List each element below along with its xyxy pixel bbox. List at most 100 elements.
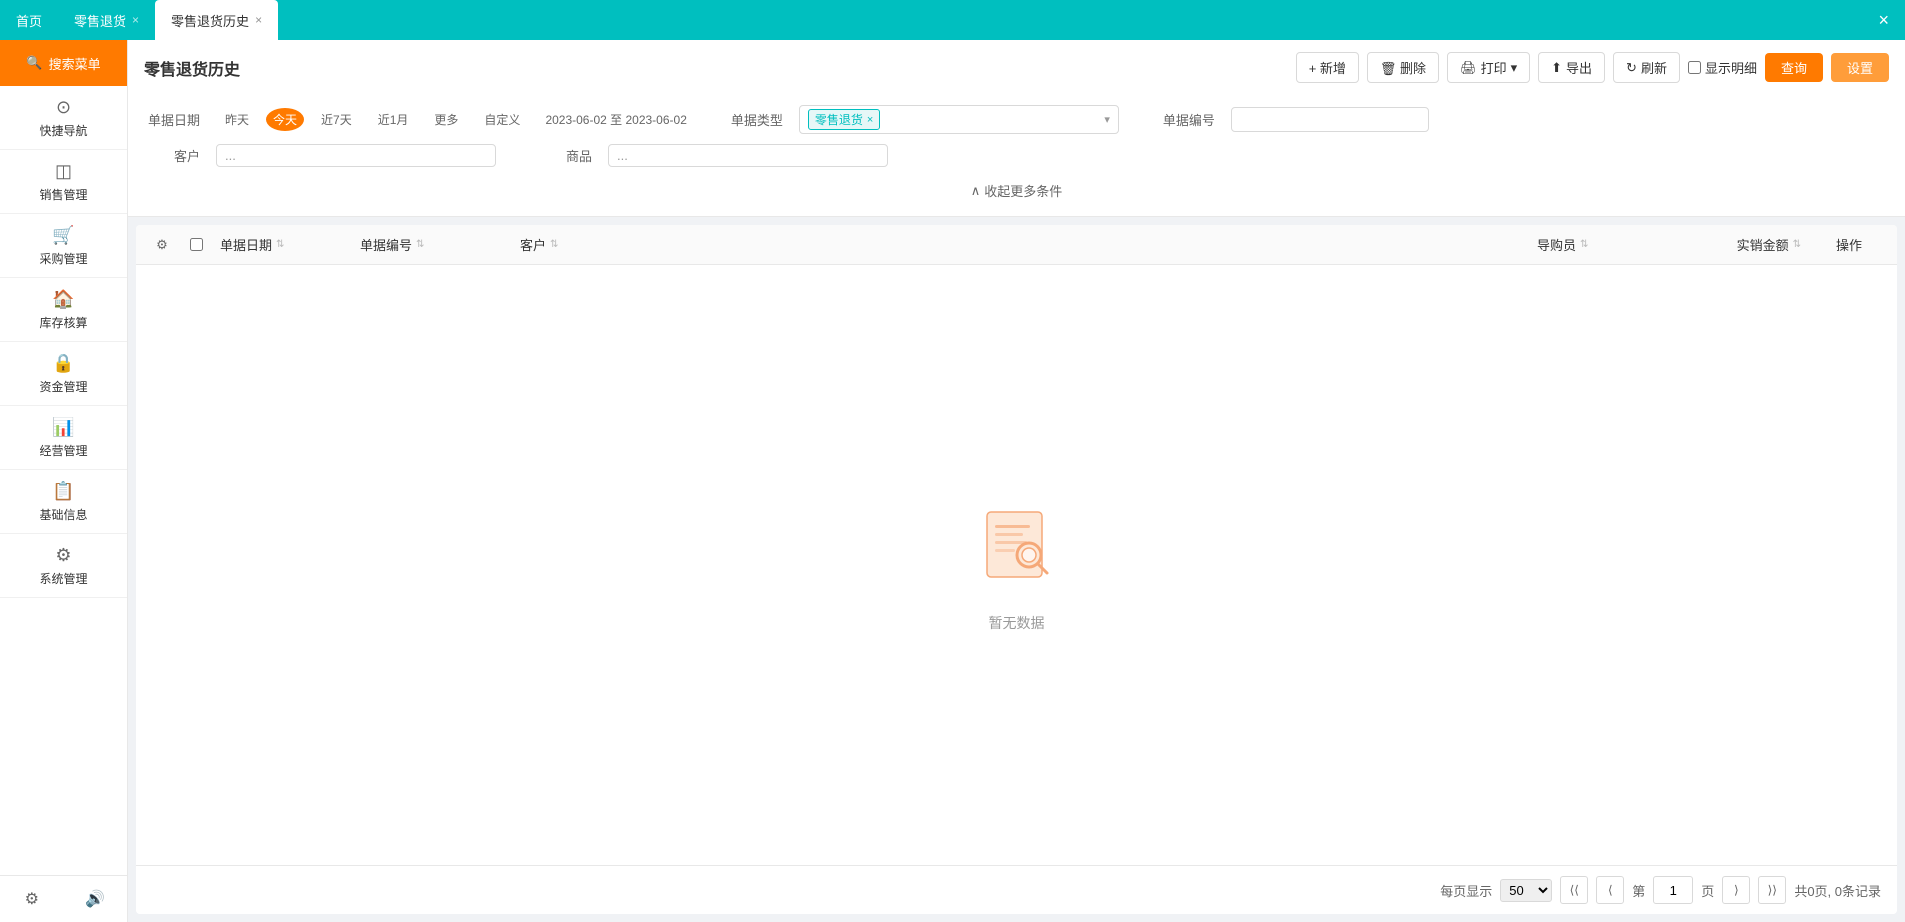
collapse-conditions-button[interactable]: ∧ 收起更多条件 bbox=[144, 177, 1889, 208]
column-settings-button[interactable]: ⚙ bbox=[144, 237, 180, 253]
pagination-summary: 共0页, 0条记录 bbox=[1794, 881, 1881, 900]
tab-return-close[interactable]: × bbox=[132, 13, 139, 27]
th-customer[interactable]: 客户 ⇅ bbox=[512, 235, 1529, 254]
sidebar: 🔍 搜索菜单 ⊙ 快捷导航 ◫ 销售管理 🛒 采购管理 🏠 库存核算 🔒 资金管… bbox=[0, 40, 128, 922]
system-icon: ⚙ bbox=[55, 545, 71, 566]
page-suffix: 页 bbox=[1701, 881, 1714, 900]
sidebar-item-inventory[interactable]: 🏠 库存核算 bbox=[0, 278, 127, 342]
date-btn-more[interactable]: 更多 bbox=[425, 108, 467, 131]
sidebar-item-quick-nav[interactable]: ⊙ 快捷导航 bbox=[0, 86, 127, 150]
th-date[interactable]: 单据日期 ⇅ bbox=[212, 235, 352, 254]
tab-return-history[interactable]: 零售退货历史 × bbox=[155, 0, 278, 40]
first-page-button[interactable]: ⟨⟨ bbox=[1560, 876, 1588, 904]
quick-nav-icon: ⊙ bbox=[56, 97, 71, 118]
sales-icon: ◫ bbox=[55, 161, 72, 182]
th-amount[interactable]: 实销金额 ⇅ bbox=[1669, 235, 1809, 254]
query-button[interactable]: 查询 bbox=[1765, 53, 1823, 82]
inventory-icon: 🏠 bbox=[52, 289, 74, 310]
goods-label: 商品 bbox=[536, 146, 592, 165]
sidebar-search[interactable]: 🔍 搜索菜单 bbox=[0, 40, 127, 86]
type-tag-close[interactable]: × bbox=[867, 114, 873, 126]
top-bar: 首页 零售退货 × 零售退货历史 × × bbox=[0, 0, 1905, 40]
select-all-checkbox[interactable] bbox=[180, 238, 212, 251]
per-page-select[interactable]: 50 10 20 100 bbox=[1500, 879, 1552, 902]
date-btn-custom[interactable]: 自定义 bbox=[475, 108, 529, 131]
sidebar-bottom: ⚙ 🔊 bbox=[0, 875, 127, 922]
tab-home[interactable]: 首页 bbox=[0, 0, 58, 40]
page-input[interactable] bbox=[1653, 876, 1693, 904]
date-btn-1month[interactable]: 近1月 bbox=[369, 108, 418, 131]
date-range-display: 2023-06-02 至 2023-06-02 bbox=[545, 111, 686, 128]
date-quick-buttons: 昨天 今天 近7天 近1月 更多 自定义 bbox=[216, 108, 529, 131]
sidebar-item-label: 资金管理 bbox=[39, 378, 87, 395]
collapse-icon: ∧ bbox=[971, 183, 981, 199]
sidebar-audio-button[interactable]: 🔊 bbox=[64, 876, 128, 922]
pagination: 每页显示 50 10 20 100 ⟨⟨ ⟨ 第 页 ⟩ ⟩⟩ 共0页, 0条记… bbox=[136, 865, 1897, 914]
collapse-label: 收起更多条件 bbox=[984, 181, 1062, 200]
sidebar-item-label: 基础信息 bbox=[39, 506, 87, 523]
page-header: 零售退货历史 + 新增 🗑 删除 🖨 打印 ▾ ⬆ 导出 ↻ bbox=[128, 40, 1905, 217]
delete-button[interactable]: 🗑 删除 bbox=[1367, 52, 1439, 83]
sidebar-item-label: 库存核算 bbox=[39, 314, 87, 331]
type-select[interactable]: 零售退货 × ▾ bbox=[799, 105, 1119, 134]
goods-placeholder: ... bbox=[617, 148, 628, 163]
settings-button[interactable]: 设置 bbox=[1831, 53, 1889, 82]
print-label: 打印 bbox=[1481, 58, 1507, 77]
tab-return-history-close[interactable]: × bbox=[255, 13, 262, 27]
th-guide[interactable]: 导购员 ⇅ bbox=[1529, 235, 1669, 254]
table-header: ⚙ 单据日期 ⇅ 单据编号 ⇅ 客户 ⇅ 导购员 ⇅ bbox=[136, 225, 1897, 265]
purchase-icon: 🛒 bbox=[52, 225, 74, 246]
print-icon: 🖨 bbox=[1460, 60, 1477, 76]
tab-return[interactable]: 零售退货 × bbox=[58, 0, 155, 40]
sidebar-item-system[interactable]: ⚙ 系统管理 bbox=[0, 534, 127, 598]
customer-label: 客户 bbox=[144, 146, 200, 165]
sort-number-icon: ⇅ bbox=[416, 239, 424, 250]
filter-area: 单据日期 昨天 今天 近7天 近1月 更多 自定义 2023-06-02 至 2… bbox=[144, 95, 1889, 216]
sort-guide-icon: ⇅ bbox=[1580, 239, 1588, 250]
customer-select[interactable]: ... bbox=[216, 144, 496, 167]
basic-info-icon: 📋 bbox=[52, 481, 74, 502]
search-icon: 🔍 bbox=[26, 55, 42, 71]
show-detail-input[interactable] bbox=[1688, 61, 1701, 74]
th-number[interactable]: 单据编号 ⇅ bbox=[352, 235, 512, 254]
sidebar-settings-button[interactable]: ⚙ bbox=[0, 876, 64, 922]
filter-row-1: 单据日期 昨天 今天 近7天 近1月 更多 自定义 2023-06-02 至 2… bbox=[144, 105, 1889, 134]
sidebar-search-label: 搜索菜单 bbox=[49, 54, 101, 73]
table-container: ⚙ 单据日期 ⇅ 单据编号 ⇅ 客户 ⇅ 导购员 ⇅ bbox=[136, 225, 1897, 914]
gear-icon: ⚙ bbox=[25, 889, 39, 909]
type-tag: 零售退货 × bbox=[808, 109, 880, 130]
page-label: 第 bbox=[1632, 881, 1645, 900]
sidebar-item-basic-info[interactable]: 📋 基础信息 bbox=[0, 470, 127, 534]
type-dropdown-icon: ▾ bbox=[1104, 113, 1110, 126]
prev-page-button[interactable]: ⟨ bbox=[1596, 876, 1624, 904]
last-page-button[interactable]: ⟩⟩ bbox=[1758, 876, 1786, 904]
add-button[interactable]: + 新增 bbox=[1296, 52, 1359, 83]
type-label: 单据类型 bbox=[727, 110, 783, 129]
empty-state: 暂无数据 bbox=[136, 265, 1897, 865]
export-button[interactable]: ⬆ 导出 bbox=[1538, 52, 1605, 83]
customer-placeholder: ... bbox=[225, 148, 236, 163]
number-input[interactable] bbox=[1231, 107, 1429, 132]
window-close-button[interactable]: × bbox=[1862, 10, 1905, 31]
empty-icon bbox=[967, 497, 1067, 597]
show-detail-checkbox[interactable]: 显示明细 bbox=[1688, 58, 1757, 77]
date-label: 单据日期 bbox=[144, 110, 200, 129]
sidebar-item-finance[interactable]: 🔒 资金管理 bbox=[0, 342, 127, 406]
audio-icon: 🔊 bbox=[85, 889, 105, 909]
sidebar-item-operation[interactable]: 📊 经营管理 bbox=[0, 406, 127, 470]
sidebar-item-sales[interactable]: ◫ 销售管理 bbox=[0, 150, 127, 214]
sort-date-icon: ⇅ bbox=[276, 239, 284, 250]
date-btn-yesterday[interactable]: 昨天 bbox=[216, 108, 258, 131]
date-btn-7days[interactable]: 近7天 bbox=[312, 108, 361, 131]
print-dropdown-icon: ▾ bbox=[1511, 60, 1518, 76]
toolbar: + 新增 🗑 删除 🖨 打印 ▾ ⬆ 导出 ↻ 刷新 bbox=[1296, 52, 1889, 83]
date-btn-today[interactable]: 今天 bbox=[266, 108, 304, 131]
sidebar-item-purchase[interactable]: 🛒 采购管理 bbox=[0, 214, 127, 278]
filter-row-2: 客户 ... 商品 ... bbox=[144, 144, 1889, 167]
goods-select[interactable]: ... bbox=[608, 144, 888, 167]
next-page-button[interactable]: ⟩ bbox=[1722, 876, 1750, 904]
empty-text: 暂无数据 bbox=[989, 613, 1045, 633]
refresh-icon: ↻ bbox=[1626, 60, 1637, 76]
refresh-button[interactable]: ↻ 刷新 bbox=[1613, 52, 1680, 83]
print-button[interactable]: 🖨 打印 ▾ bbox=[1447, 52, 1530, 83]
